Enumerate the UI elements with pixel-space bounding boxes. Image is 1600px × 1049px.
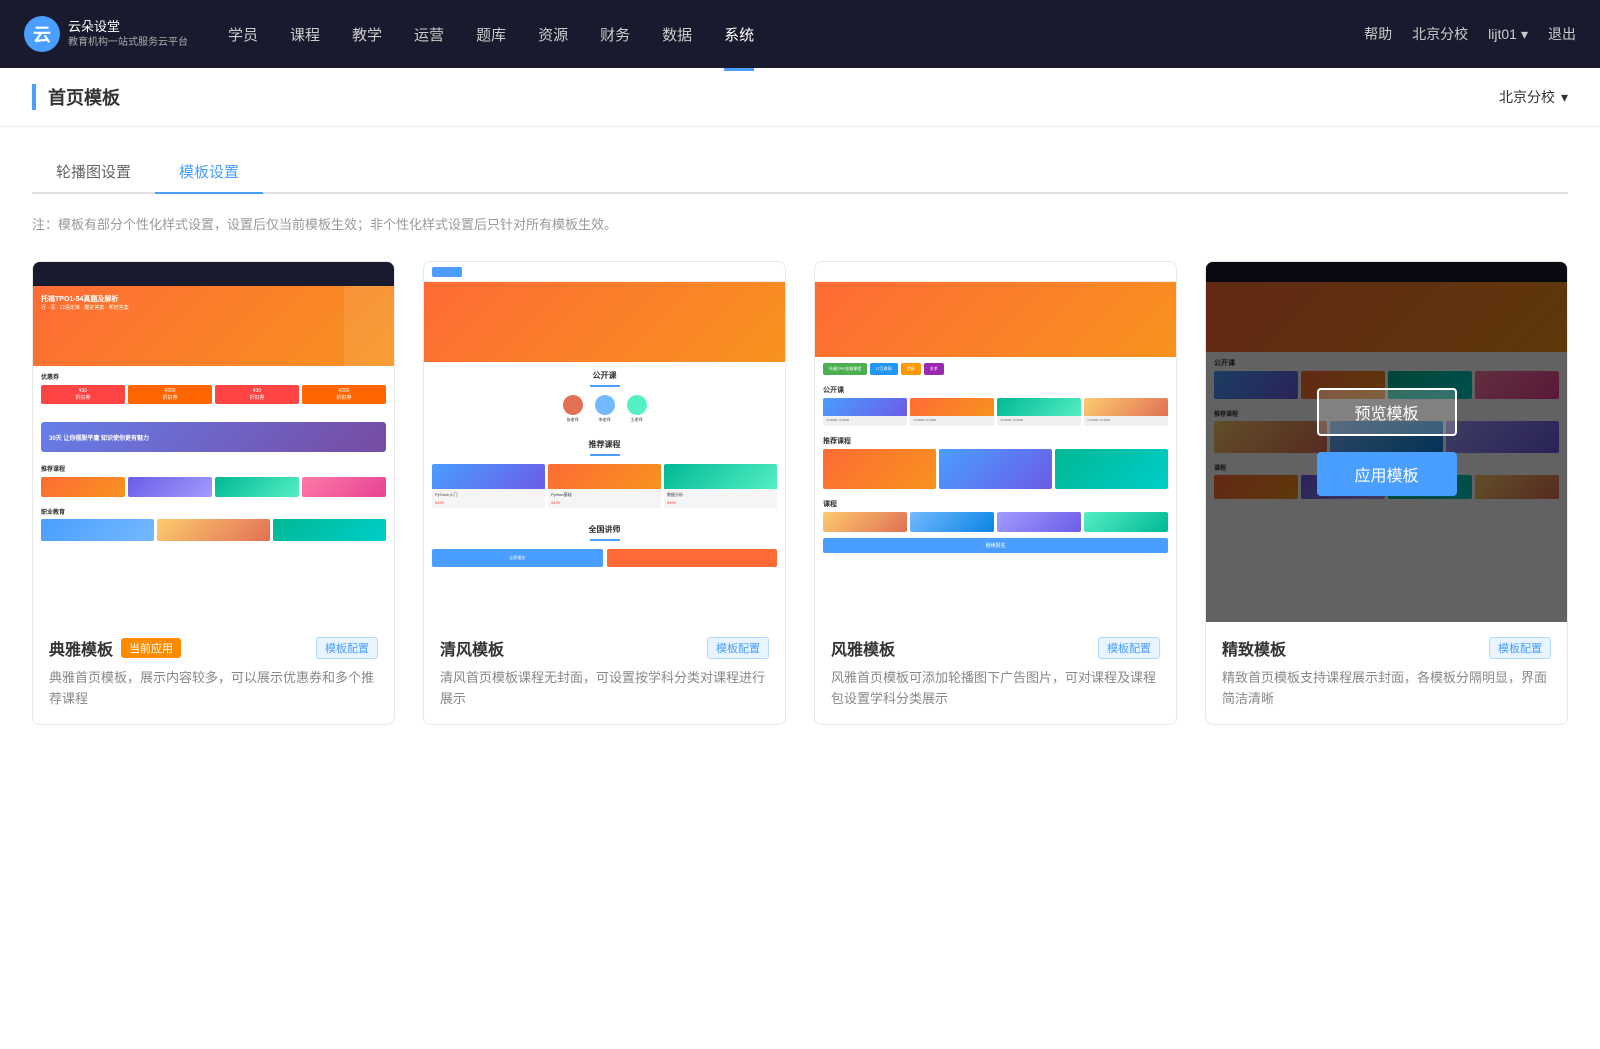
navbar: 云 云朵设堂 教育机构一站式服务云平台 学员 课程 教学 运营 题库 资源 财务… bbox=[0, 0, 1600, 68]
nav-logout[interactable]: 退出 bbox=[1548, 24, 1576, 44]
apply-template-btn[interactable]: 应用模板 bbox=[1317, 452, 1457, 496]
page-header: 首页模板 北京分校 ▾ bbox=[0, 68, 1600, 127]
template-preview-4[interactable]: 公开课 推荐课程 课程 bbox=[1206, 262, 1567, 622]
nav-item-system[interactable]: 系统 bbox=[724, 20, 754, 49]
nav-branch[interactable]: 北京分校 bbox=[1412, 24, 1468, 44]
template-card-1: 托福TPO1-54真题及解析 行 · 写 · 口语定准 · 鑑定答案 · 邦旺答… bbox=[32, 261, 395, 725]
tab-carousel[interactable]: 轮播图设置 bbox=[32, 151, 155, 194]
template-footer-2: 清风模板 模板配置 清风首页模板课程无封面，可设置按学科分类对课程进行展示 bbox=[424, 622, 785, 724]
nav-logo[interactable]: 云 云朵设堂 教育机构一站式服务云平台 bbox=[24, 16, 188, 52]
template-card-3: 托福TPO金融课程 IT互联网 考研 艺术 公开课 Y¥ 8900 Y¥ 690… bbox=[814, 261, 1177, 725]
nav-item-question[interactable]: 题库 bbox=[476, 20, 506, 49]
nav-item-student[interactable]: 学员 bbox=[228, 20, 258, 49]
template-overlay-4: 预览模板 应用模板 bbox=[1206, 262, 1567, 622]
nav-item-course[interactable]: 课程 bbox=[290, 20, 320, 49]
config-btn-4[interactable]: 模板配置 bbox=[1489, 637, 1551, 659]
nav-item-finance[interactable]: 财务 bbox=[600, 20, 630, 49]
template-name-2: 清风模板 bbox=[440, 636, 504, 660]
template-name-3: 风雅模板 bbox=[831, 636, 895, 660]
nav-user-dropdown[interactable]: lijt01 ▾ bbox=[1488, 26, 1528, 43]
templates-grid: 托福TPO1-54真题及解析 行 · 写 · 口语定准 · 鑑定答案 · 邦旺答… bbox=[32, 261, 1568, 725]
preview-template-btn[interactable]: 预览模板 bbox=[1317, 388, 1457, 436]
template-preview-2[interactable]: 公开课 张老师 李老师 王老师 bbox=[424, 262, 785, 622]
nav-item-resource[interactable]: 资源 bbox=[538, 20, 568, 49]
nav-item-operation[interactable]: 运营 bbox=[414, 20, 444, 49]
note: 注：模板有部分个性化样式设置，设置后仅当前模板生效；非个性化样式设置后只针对所有… bbox=[32, 214, 1568, 233]
config-btn-2[interactable]: 模板配置 bbox=[707, 637, 769, 659]
tabs: 轮播图设置 模板设置 bbox=[32, 151, 1568, 194]
template-footer-3: 风雅模板 模板配置 风雅首页模板可添加轮播图下广告图片，可对课程及课程包设置学科… bbox=[815, 622, 1176, 724]
logo-text: 云朵设堂 教育机构一站式服务云平台 bbox=[68, 19, 188, 49]
content: 轮播图设置 模板设置 注：模板有部分个性化样式设置，设置后仅当前模板生效；非个性… bbox=[0, 127, 1600, 1049]
template-footer-4: 精致模板 模板配置 精致首页模板支持课程展示封面，各模板分隔明显，界面简洁清晰 bbox=[1206, 622, 1567, 724]
tab-template[interactable]: 模板设置 bbox=[155, 151, 263, 194]
template-preview-3[interactable]: 托福TPO金融课程 IT互联网 考研 艺术 公开课 Y¥ 8900 Y¥ 690… bbox=[815, 262, 1176, 622]
page-title: 首页模板 bbox=[32, 84, 120, 110]
branch-selector[interactable]: 北京分校 ▾ bbox=[1499, 87, 1568, 107]
nav-item-data[interactable]: 数据 bbox=[662, 20, 692, 49]
template-card-4: 公开课 推荐课程 课程 bbox=[1205, 261, 1568, 725]
template-footer-1: 典雅模板 当前应用 模板配置 典雅首页模板，展示内容较多，可以展示优惠券和多个推… bbox=[33, 622, 394, 724]
config-btn-1[interactable]: 模板配置 bbox=[316, 637, 378, 659]
nav-menu: 学员 课程 教学 运营 题库 资源 财务 数据 系统 bbox=[228, 20, 1364, 49]
template-name-4: 精致模板 bbox=[1222, 636, 1286, 660]
config-btn-3[interactable]: 模板配置 bbox=[1098, 637, 1160, 659]
badge-current-1: 当前应用 bbox=[121, 638, 181, 658]
template-desc-4: 精致首页模板支持课程展示封面，各模板分隔明显，界面简洁清晰 bbox=[1222, 668, 1551, 710]
nav-right: 帮助 北京分校 lijt01 ▾ 退出 bbox=[1364, 24, 1576, 44]
template-desc-3: 风雅首页模板可添加轮播图下广告图片，可对课程及课程包设置学科分类展示 bbox=[831, 668, 1160, 710]
nav-help[interactable]: 帮助 bbox=[1364, 24, 1392, 44]
template-card-2: 公开课 张老师 李老师 王老师 bbox=[423, 261, 786, 725]
logo-icon: 云 bbox=[24, 16, 60, 52]
template-desc-1: 典雅首页模板，展示内容较多，可以展示优惠券和多个推荐课程 bbox=[49, 668, 378, 710]
nav-item-teaching[interactable]: 教学 bbox=[352, 20, 382, 49]
template-desc-2: 清风首页模板课程无封面，可设置按学科分类对课程进行展示 bbox=[440, 668, 769, 710]
template-name-1: 典雅模板 bbox=[49, 636, 113, 660]
template-preview-1[interactable]: 托福TPO1-54真题及解析 行 · 写 · 口语定准 · 鑑定答案 · 邦旺答… bbox=[33, 262, 394, 622]
